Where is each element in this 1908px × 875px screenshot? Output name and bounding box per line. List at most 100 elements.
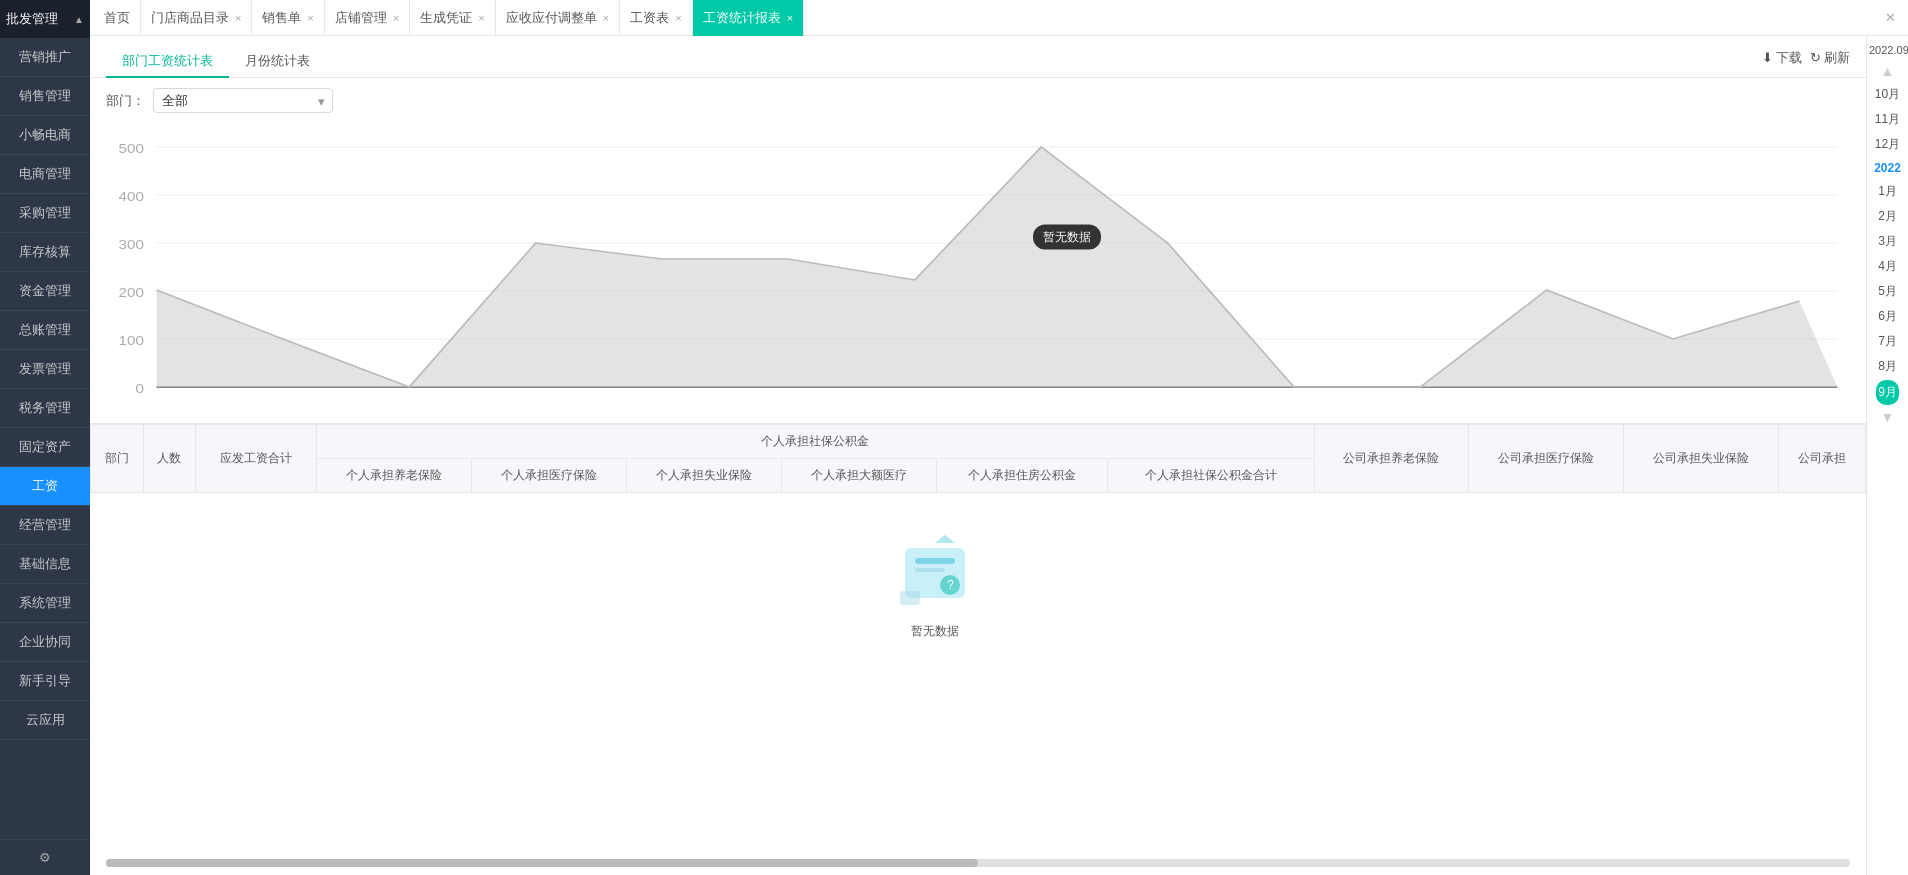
svg-text:0: 0	[135, 382, 144, 395]
timeline-item-11月[interactable]: 11月	[1872, 107, 1903, 132]
empty-row: ? 暂无数据	[91, 493, 1866, 681]
filter-bar: 部门： 全部销售部采购部财务部行政部	[90, 78, 1866, 123]
col-company-other: 公司承担	[1779, 425, 1866, 493]
timeline-item-6月[interactable]: 6月	[1872, 304, 1903, 329]
col-company-pension: 公司承担养老保险	[1314, 425, 1469, 493]
timeline-item-9月[interactable]: 9月	[1876, 380, 1899, 405]
content-area: 部门工资统计表月份统计表 ⬇ 下载 ↻ 刷新 部门： 全部销售部采购部财务部行政…	[90, 36, 1908, 875]
download-button[interactable]: ⬇ 下载	[1762, 49, 1802, 67]
tab-工资统计报表[interactable]: 工资统计报表×	[693, 0, 804, 36]
department-select-wrap: 全部销售部采购部财务部行政部	[153, 88, 333, 113]
svg-rect-18	[900, 591, 920, 605]
sidebar-item-发票管理[interactable]: 发票管理	[0, 350, 90, 389]
sidebar-item-云应用[interactable]: 云应用	[0, 701, 90, 740]
refresh-icon: ↻	[1810, 50, 1821, 65]
sidebar-item-工资[interactable]: 工资	[0, 467, 90, 506]
svg-text:300: 300	[119, 238, 145, 251]
sidebar-item-税务管理[interactable]: 税务管理	[0, 389, 90, 428]
refresh-button[interactable]: ↻ 刷新	[1810, 49, 1850, 67]
col-personal-housing: 个人承担住房公积金	[936, 459, 1108, 493]
svg-text:100: 100	[119, 334, 145, 347]
tab-门店商品目录[interactable]: 门店商品目录×	[141, 0, 252, 36]
sidebar-item-库存核算[interactable]: 库存核算	[0, 233, 90, 272]
timeline-item-2022[interactable]: 2022	[1872, 157, 1903, 179]
col-group-personal: 个人承担社保公积金	[316, 425, 1314, 459]
department-select[interactable]: 全部销售部采购部财务部行政部	[153, 88, 333, 113]
sidebar-item-企业协同[interactable]: 企业协同	[0, 623, 90, 662]
tab-close-icon[interactable]: ×	[478, 12, 484, 24]
timeline-items: 10月11月12月20221月2月3月4月5月6月7月8月9月	[1872, 82, 1903, 406]
sidebar-item-电商管理[interactable]: 电商管理	[0, 155, 90, 194]
sidebar-item-经营管理[interactable]: 经营管理	[0, 506, 90, 545]
sidebar: 批发管理 ▲ 营销推广销售管理小畅电商电商管理采购管理库存核算资金管理总账管理发…	[0, 0, 90, 875]
timeline-item-10月[interactable]: 10月	[1872, 82, 1903, 107]
svg-text:?: ?	[947, 578, 954, 592]
svg-rect-15	[915, 568, 945, 572]
chart-area: 500 400 300 200 100 0	[90, 123, 1866, 423]
timeline-item-5月[interactable]: 5月	[1872, 279, 1903, 304]
timeline-item-1月[interactable]: 1月	[1872, 179, 1903, 204]
sub-tab-部门工资统计表[interactable]: 部门工资统计表	[106, 46, 229, 78]
sidebar-item-总账管理[interactable]: 总账管理	[0, 311, 90, 350]
tabs-container: 首页门店商品目录×销售单×店铺管理×生成凭证×应收应付调整单×工资表×工资统计报…	[94, 0, 1877, 36]
sidebar-item-资金管理[interactable]: 资金管理	[0, 272, 90, 311]
tab-close-icon[interactable]: ×	[235, 12, 241, 24]
tab-close-icon[interactable]: ×	[307, 12, 313, 24]
sub-tab-月份统计表[interactable]: 月份统计表	[229, 46, 326, 78]
svg-text:500: 500	[119, 142, 145, 155]
svg-text:400: 400	[119, 190, 145, 203]
sidebar-item-系统管理[interactable]: 系统管理	[0, 584, 90, 623]
tab-首页[interactable]: 首页	[94, 0, 141, 36]
col-company-unemployment: 公司承担失业保险	[1624, 425, 1779, 493]
tab-close-icon[interactable]: ×	[393, 12, 399, 24]
timeline-down-arrow[interactable]: ▼	[1878, 406, 1898, 428]
col-department: 部门	[91, 425, 144, 493]
sub-tabs-left: 部门工资统计表月份统计表	[106, 46, 326, 77]
sidebar-arrow-icon: ▲	[74, 14, 84, 25]
col-personal-pension: 个人承担养老保险	[316, 459, 471, 493]
sidebar-item-固定资产[interactable]: 固定资产	[0, 428, 90, 467]
svg-marker-19	[935, 535, 955, 543]
sidebar-item-基础信息[interactable]: 基础信息	[0, 545, 90, 584]
col-personal-total: 个人承担社保公积金合计	[1108, 459, 1314, 493]
table-wrap[interactable]: 部门 人数 应发工资合计 个人承担社保公积金 公司承担养老保险 公司承担医疗保险…	[90, 423, 1866, 859]
timeline-item-8月[interactable]: 8月	[1872, 354, 1903, 379]
tab-close-icon[interactable]: ×	[603, 12, 609, 24]
tab-应收应付调整单[interactable]: 应收应付调整单×	[496, 0, 620, 36]
sidebar-header[interactable]: 批发管理 ▲	[0, 0, 90, 38]
timeline-item-2月[interactable]: 2月	[1872, 204, 1903, 229]
timeline-item-7月[interactable]: 7月	[1872, 329, 1903, 354]
stats-table: 部门 人数 应发工资合计 个人承担社保公积金 公司承担养老保险 公司承担医疗保险…	[90, 424, 1866, 680]
sidebar-item-小畅电商[interactable]: 小畅电商	[0, 116, 90, 155]
sidebar-title: 批发管理	[6, 10, 58, 28]
table-scrollbar[interactable]	[106, 859, 1850, 867]
empty-state: ? 暂无数据	[91, 493, 1779, 680]
right-timeline: 2022.09 ▲ 10月11月12月20221月2月3月4月5月6月7月8月9…	[1866, 36, 1908, 875]
close-all-button[interactable]: ✕	[1877, 10, 1904, 25]
sidebar-item-采购管理[interactable]: 采购管理	[0, 194, 90, 233]
empty-icon: ?	[895, 533, 975, 613]
tab-close-icon[interactable]: ×	[675, 12, 681, 24]
col-people: 人数	[143, 425, 196, 493]
sub-tab-actions: ⬇ 下载 ↻ 刷新	[1762, 49, 1850, 75]
svg-text:200: 200	[119, 286, 145, 299]
close-all-icon: ✕	[1885, 10, 1896, 25]
sidebar-item-营销推广[interactable]: 营销推广	[0, 38, 90, 77]
sidebar-item-销售管理[interactable]: 销售管理	[0, 77, 90, 116]
svg-rect-14	[915, 558, 955, 564]
col-personal-large-medical: 个人承担大额医疗	[781, 459, 936, 493]
main-area: 首页门店商品目录×销售单×店铺管理×生成凭证×应收应付调整单×工资表×工资统计报…	[90, 0, 1908, 875]
timeline-item-4月[interactable]: 4月	[1872, 254, 1903, 279]
timeline-item-3月[interactable]: 3月	[1872, 229, 1903, 254]
sidebar-settings[interactable]: ⚙	[0, 839, 90, 875]
tab-销售单[interactable]: 销售单×	[252, 0, 324, 36]
tab-工资表[interactable]: 工资表×	[620, 0, 692, 36]
tab-close-icon[interactable]: ×	[787, 12, 793, 24]
tab-生成凭证[interactable]: 生成凭证×	[410, 0, 495, 36]
timeline-up-arrow[interactable]: ▲	[1878, 60, 1898, 82]
sidebar-item-新手引导[interactable]: 新手引导	[0, 662, 90, 701]
sidebar-items: 营销推广销售管理小畅电商电商管理采购管理库存核算资金管理总账管理发票管理税务管理…	[0, 38, 90, 740]
timeline-item-12月[interactable]: 12月	[1872, 132, 1903, 157]
tab-店铺管理[interactable]: 店铺管理×	[325, 0, 410, 36]
inner-content: 部门工资统计表月份统计表 ⬇ 下载 ↻ 刷新 部门： 全部销售部采购部财务部行政…	[90, 36, 1866, 875]
